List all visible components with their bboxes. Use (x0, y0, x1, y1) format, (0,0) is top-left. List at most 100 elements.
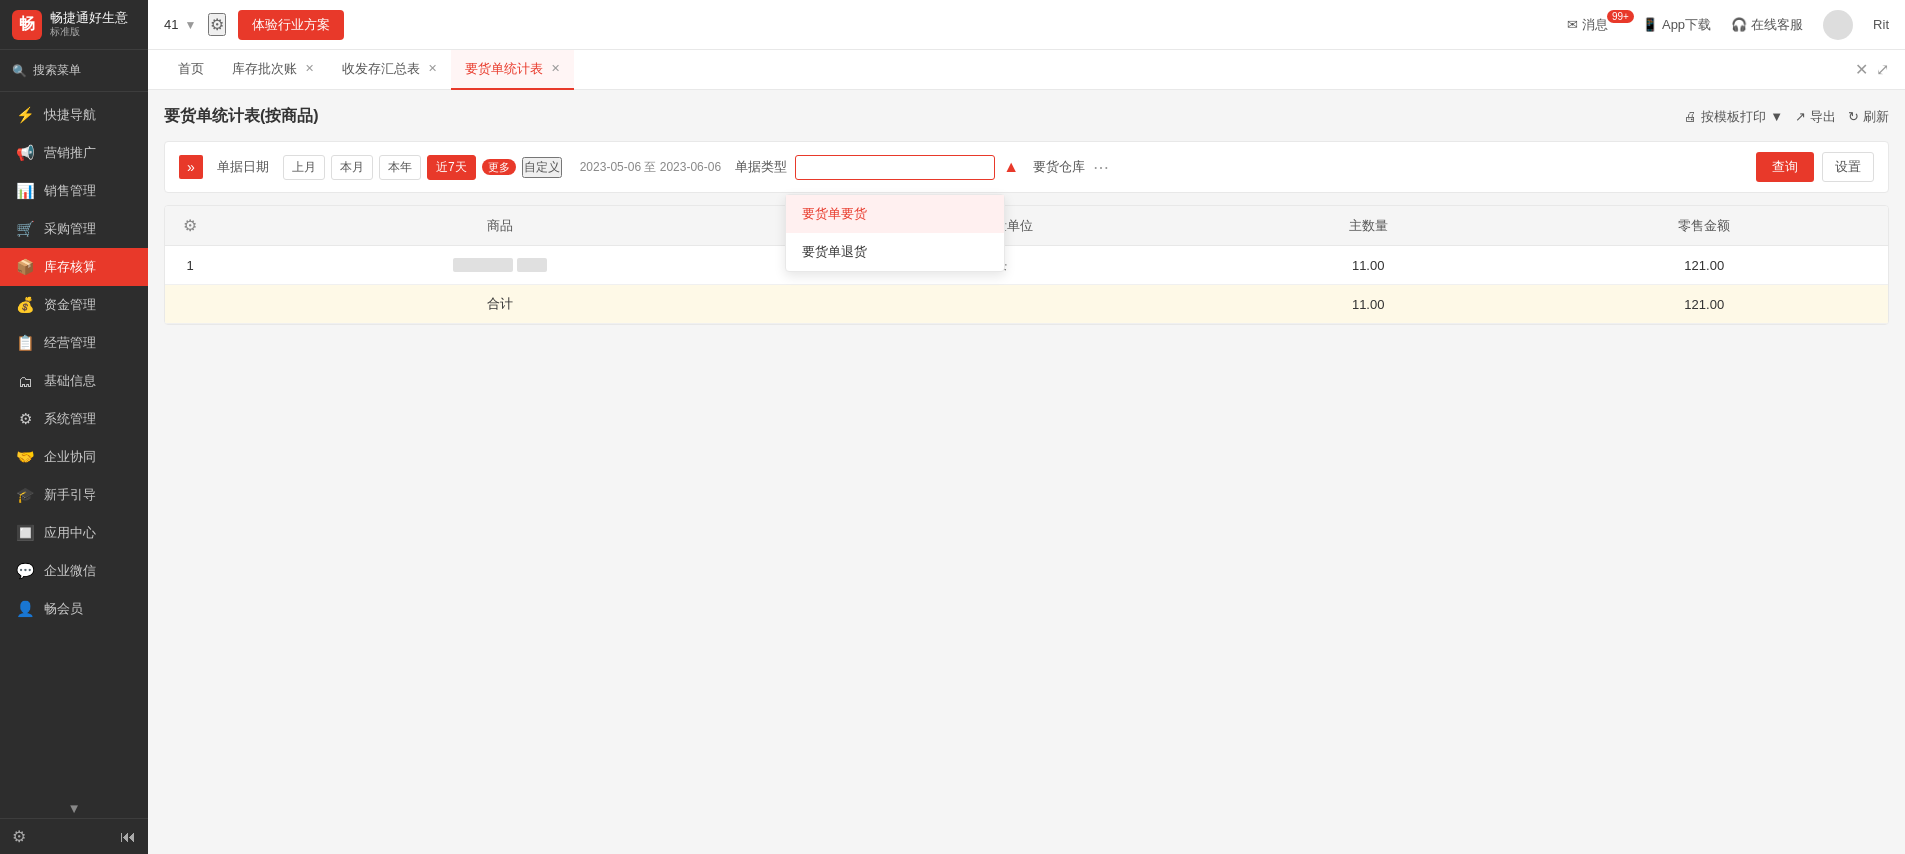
warehouse-more-button[interactable]: ⋯ (1093, 158, 1109, 177)
col-quantity-header: 主数量 (1216, 206, 1521, 246)
store-dropdown-icon: ▼ (184, 18, 196, 32)
tab-request-label: 要货单统计表 (465, 60, 543, 78)
print-icon: 🖨 (1684, 109, 1697, 124)
topbar-left: 41 ▼ ⚙ 体验行业方案 (164, 10, 344, 40)
search-icon: 🔍 (12, 64, 27, 78)
export-icon: ↗ (1795, 109, 1806, 124)
sidebar-item-label: 库存核算 (44, 258, 96, 276)
store-number: 41 (164, 17, 178, 32)
tab-home-label: 首页 (178, 60, 204, 78)
sidebar-item-label: 系统管理 (44, 410, 96, 428)
sidebar-item-enterprise[interactable]: 🤝 企业协同 (0, 438, 148, 476)
username-label: Rit (1873, 17, 1889, 32)
messages-button[interactable]: ✉ 消息 99+ (1567, 16, 1622, 34)
sidebar-item-apps[interactable]: 🔲 应用中心 (0, 514, 148, 552)
online-service-button[interactable]: 🎧 在线客服 (1731, 16, 1803, 34)
date-this-month-btn[interactable]: 本月 (331, 155, 373, 180)
sidebar-item-label: 采购管理 (44, 220, 96, 238)
logo-sub: 标准版 (50, 25, 128, 39)
sidebar-item-label: 营销推广 (44, 144, 96, 162)
topbar-gear-button[interactable]: ⚙ (208, 13, 226, 36)
filter-settings-button[interactable]: 设置 (1822, 152, 1874, 182)
dropdown-option-request-order[interactable]: 要货单要货 (786, 195, 1004, 233)
tab-home[interactable]: 首页 (164, 50, 218, 90)
summary-empty1 (165, 285, 215, 324)
search-menu-label: 搜索菜单 (33, 62, 81, 79)
sidebar-item-operation[interactable]: 📋 经营管理 (0, 324, 148, 362)
user-avatar[interactable] (1823, 10, 1853, 40)
tab-receive-close[interactable]: ✕ (428, 62, 437, 75)
sidebar-item-inventory[interactable]: 📦 库存核算 (0, 248, 148, 286)
query-button[interactable]: 查询 (1756, 152, 1814, 182)
tab-request-close[interactable]: ✕ (551, 62, 560, 75)
tabs-collapse-button[interactable]: ✕ (1855, 60, 1868, 79)
app-download-button[interactable]: 📱 App下载 (1642, 16, 1711, 34)
page-title: 要货单统计表(按商品) (164, 106, 319, 127)
summary-amount: 121.00 (1520, 285, 1888, 324)
table-head: ⚙ 商品 主计量单位 主数量 零售金额 (165, 206, 1888, 246)
more-badge: 更多 (482, 159, 516, 175)
data-table: ⚙ 商品 主计量单位 主数量 零售金额 1 (165, 206, 1888, 324)
date-this-year-btn[interactable]: 本年 (379, 155, 421, 180)
warehouse-filter-group: 要货仓库 ⋯ (1033, 158, 1109, 177)
inventory-icon: 📦 (16, 258, 34, 276)
type-filter-label: 单据类型 (735, 158, 787, 176)
print-template-button[interactable]: 🖨 按模板打印 ▼ (1684, 108, 1783, 126)
sidebar-search-area: 🔍 搜索菜单 (0, 50, 148, 92)
col-product-header: 商品 (215, 206, 786, 246)
row-seq: 1 (165, 246, 215, 285)
service-label: 在线客服 (1751, 16, 1803, 34)
purchase-icon: 🛒 (16, 220, 34, 238)
product-code-placeholder (517, 258, 547, 272)
type-dropdown-toggle[interactable]: ▲ (1003, 158, 1019, 176)
warehouse-filter-label: 要货仓库 (1033, 158, 1085, 176)
sidebar-item-base[interactable]: 🗂 基础信息 (0, 362, 148, 400)
date-buttons: 上月 本月 本年 近7天 更多 自定义 (283, 155, 562, 180)
operation-icon: 📋 (16, 334, 34, 352)
message-icon: ✉ (1567, 17, 1578, 32)
filter-buttons: 查询 设置 (1756, 152, 1874, 182)
date-more-btn[interactable]: 更多 (482, 160, 516, 175)
summary-empty2 (786, 285, 1216, 324)
date-last-month-btn[interactable]: 上月 (283, 155, 325, 180)
store-info: 41 ▼ (164, 17, 196, 32)
type-filter-input[interactable] (795, 155, 995, 180)
sidebar-bottom: ⚙ ⏮ (0, 818, 148, 854)
tab-batch-account[interactable]: 库存批次账 ✕ (218, 50, 328, 90)
tab-receive-summary[interactable]: 收发存汇总表 ✕ (328, 50, 451, 90)
sidebar-item-member[interactable]: 👤 畅会员 (0, 590, 148, 628)
sidebar-item-quick-nav[interactable]: ⚡ 快捷导航 (0, 96, 148, 134)
tab-batch-close[interactable]: ✕ (305, 62, 314, 75)
sidebar-item-system[interactable]: ⚙ 系统管理 (0, 400, 148, 438)
settings-bottom-button[interactable]: ⚙ (12, 827, 26, 846)
enterprise-icon: 🤝 (16, 448, 34, 466)
trial-button[interactable]: 体验行业方案 (238, 10, 344, 40)
tab-request-summary[interactable]: 要货单统计表 ✕ (451, 50, 574, 90)
refresh-button[interactable]: ↻ 刷新 (1848, 108, 1889, 126)
filter-expand-button[interactable]: » (179, 155, 203, 179)
date-custom-btn[interactable]: 自定义 (522, 157, 562, 178)
column-settings-icon[interactable]: ⚙ (183, 217, 197, 234)
sidebar-item-finance[interactable]: 💰 资金管理 (0, 286, 148, 324)
sidebar-item-label: 快捷导航 (44, 106, 96, 124)
search-menu-button[interactable]: 🔍 搜索菜单 (12, 58, 81, 83)
guide-icon: 🎓 (16, 486, 34, 504)
product-cell (227, 258, 774, 272)
sidebar-item-guide[interactable]: 🎓 新手引导 (0, 476, 148, 514)
sidebar-scroll-down[interactable]: ▼ (0, 798, 148, 818)
app-label: App下载 (1662, 16, 1711, 34)
sidebar-item-sales[interactable]: 📊 销售管理 (0, 172, 148, 210)
tabs-expand-button[interactable]: ⤢ (1876, 60, 1889, 79)
topbar-right: ✉ 消息 99+ 📱 App下载 🎧 在线客服 Rit (1567, 10, 1889, 40)
sidebar-item-marketing[interactable]: 📢 营销推广 (0, 134, 148, 172)
sidebar-item-wechat[interactable]: 💬 企业微信 (0, 552, 148, 590)
messages-label: 消息 (1582, 16, 1608, 34)
sidebar-item-purchase[interactable]: 🛒 采购管理 (0, 210, 148, 248)
date-last7-btn[interactable]: 近7天 (427, 155, 476, 180)
collapse-sidebar-button[interactable]: ⏮ (120, 828, 136, 846)
col-settings-header: ⚙ (165, 206, 215, 246)
export-button[interactable]: ↗ 导出 (1795, 108, 1836, 126)
apps-icon: 🔲 (16, 524, 34, 542)
filter-bar: » 单据日期 上月 本月 本年 近7天 更多 自定义 2023-05-06 至 … (164, 141, 1889, 193)
dropdown-option-request-return[interactable]: 要货单退货 (786, 233, 1004, 271)
